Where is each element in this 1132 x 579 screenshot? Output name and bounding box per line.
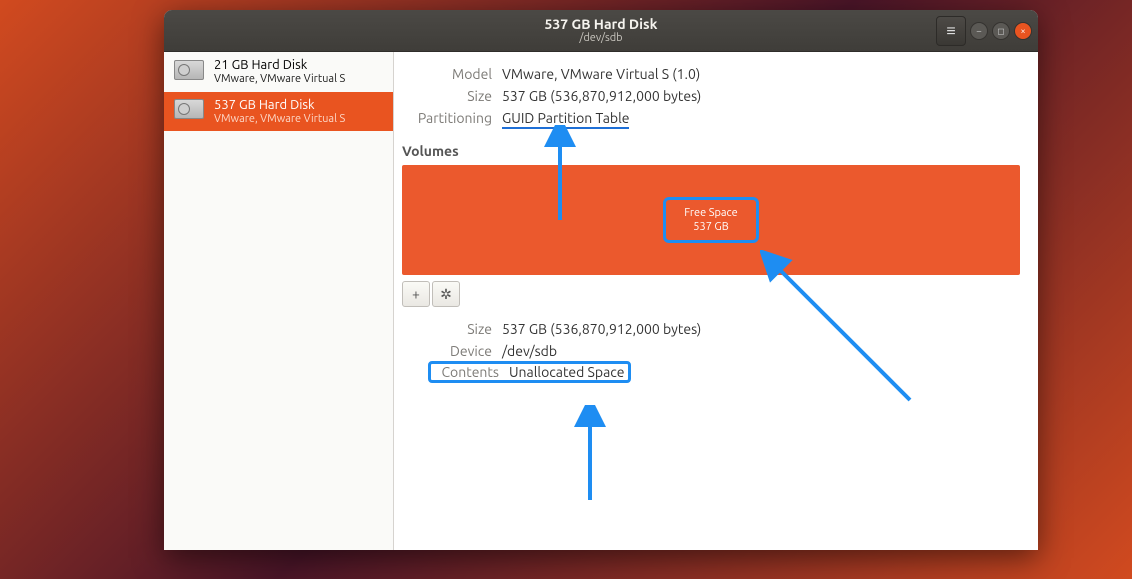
volumes-heading: Volumes	[402, 143, 1020, 159]
disks-window: 537 GB Hard Disk /dev/sdb ≡ – ◻ × 21 GB …	[164, 10, 1038, 550]
model-label: Model	[402, 66, 492, 82]
main-panel: Model VMware, VMware Virtual S (1.0) Siz…	[394, 52, 1038, 550]
disk-subtitle: VMware, VMware Virtual S	[214, 73, 345, 86]
disk-subtitle: VMware, VMware Virtual S	[214, 113, 345, 126]
detail-contents-label: Contents	[435, 364, 499, 380]
detail-device-value: /dev/sdb	[502, 343, 1020, 359]
sidebar-item-disk-1[interactable]: 537 GB Hard Disk VMware, VMware Virtual …	[164, 92, 393, 132]
detail-contents-value: Unallocated Space	[509, 364, 624, 380]
sidebar-item-disk-0[interactable]: 21 GB Hard Disk VMware, VMware Virtual S	[164, 52, 393, 92]
disk-title: 21 GB Hard Disk	[214, 58, 345, 73]
disk-sidebar: 21 GB Hard Disk VMware, VMware Virtual S…	[164, 52, 394, 550]
volume-free-space[interactable]: Free Space 537 GB	[402, 165, 1020, 275]
minimize-icon: –	[977, 26, 981, 36]
minimize-button[interactable]: –	[970, 22, 988, 40]
disk-text: 21 GB Hard Disk VMware, VMware Virtual S	[214, 58, 345, 86]
partitioning-label: Partitioning	[402, 110, 492, 129]
maximize-icon: ◻	[997, 26, 1004, 37]
volume-gear-button[interactable]: ✲	[432, 281, 460, 307]
window-title: 537 GB Hard Disk	[545, 17, 658, 32]
volume-line2: 537 GB	[684, 220, 737, 234]
close-button[interactable]: ×	[1014, 22, 1032, 40]
volume-line1: Free Space	[684, 206, 737, 220]
model-value: VMware, VMware Virtual S (1.0)	[502, 66, 1020, 82]
size-value: 537 GB (536,870,912,000 bytes)	[502, 88, 1020, 104]
disk-text: 537 GB Hard Disk VMware, VMware Virtual …	[214, 98, 345, 126]
maximize-button[interactable]: ◻	[992, 22, 1010, 40]
partitioning-value-link[interactable]: GUID Partition Table	[502, 110, 629, 129]
detail-size-label: Size	[402, 321, 492, 337]
disk-info-grid: Model VMware, VMware Virtual S (1.0) Siz…	[402, 66, 1020, 129]
contents-row-highlight: Contents Unallocated Space	[428, 361, 631, 383]
detail-size-value: 537 GB (536,870,912,000 bytes)	[502, 321, 1020, 337]
add-partition-button[interactable]: +	[402, 281, 430, 307]
window-subtitle: /dev/sdb	[545, 32, 658, 44]
hdd-icon	[174, 60, 206, 84]
gear-icon: ✲	[440, 286, 452, 303]
detail-device-label: Device	[402, 343, 492, 359]
titlebar-text: 537 GB Hard Disk /dev/sdb	[545, 17, 658, 44]
volume-details: Size 537 GB (536,870,912,000 bytes) Devi…	[402, 321, 1020, 359]
titlebar: 537 GB Hard Disk /dev/sdb ≡ – ◻ ×	[164, 10, 1038, 52]
window-body: 21 GB Hard Disk VMware, VMware Virtual S…	[164, 52, 1038, 550]
hamburger-menu-button[interactable]: ≡	[936, 16, 966, 46]
volume-toolbar: + ✲	[402, 281, 1020, 307]
close-icon: ×	[1020, 26, 1025, 36]
disk-title: 537 GB Hard Disk	[214, 98, 345, 113]
size-label: Size	[402, 88, 492, 104]
hdd-icon	[174, 99, 206, 123]
hamburger-icon: ≡	[946, 22, 955, 41]
plus-icon: +	[412, 286, 420, 302]
titlebar-controls: ≡ – ◻ ×	[936, 16, 1032, 46]
volume-badge: Free Space 537 GB	[663, 197, 758, 244]
